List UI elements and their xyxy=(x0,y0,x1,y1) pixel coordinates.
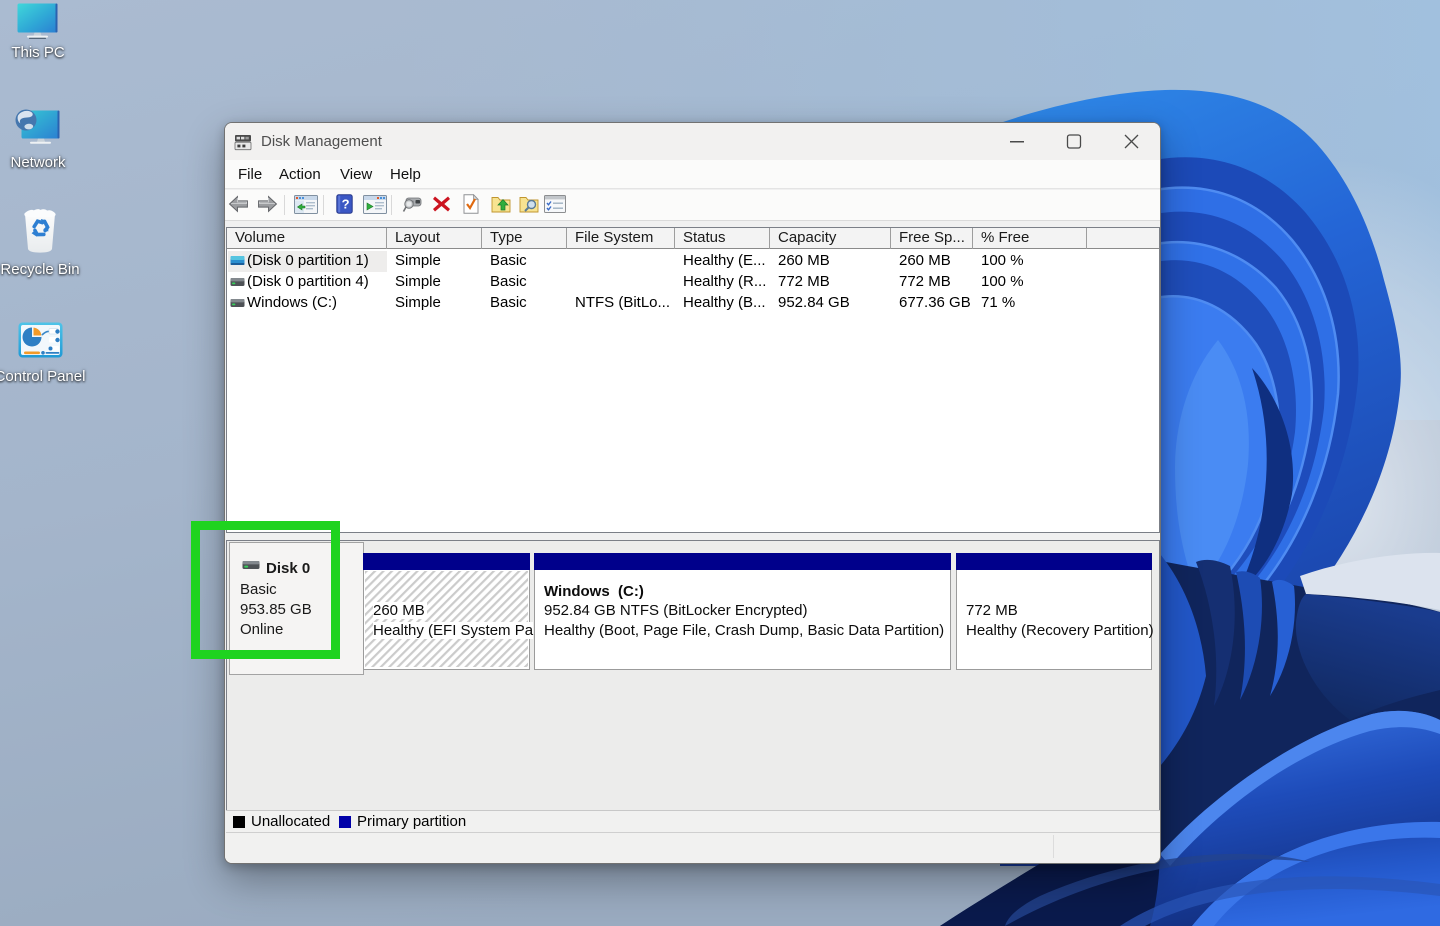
svg-text:?: ? xyxy=(342,197,350,212)
